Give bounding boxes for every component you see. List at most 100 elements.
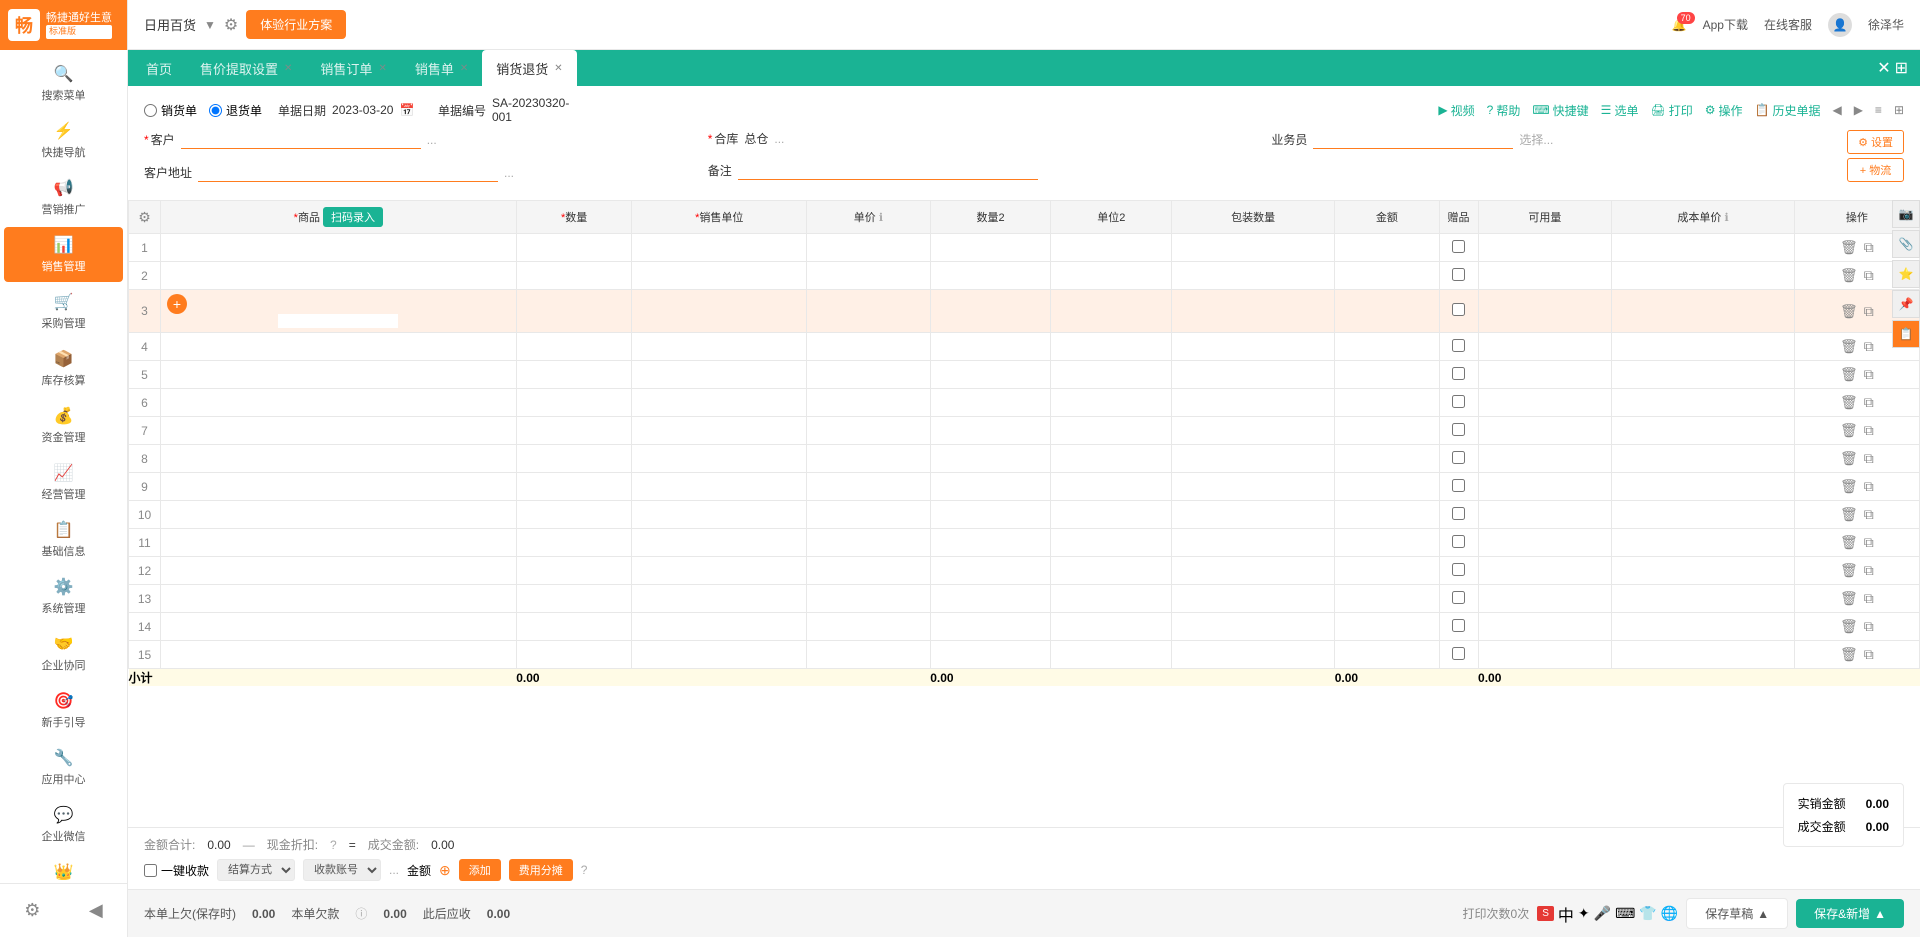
add-row-btn[interactable]: + (167, 294, 187, 314)
available-cell[interactable] (1478, 557, 1612, 585)
unit-price-cell[interactable] (807, 529, 931, 557)
quantity-cell[interactable] (516, 361, 632, 389)
fee-split-btn[interactable]: 费用分摊 (509, 859, 573, 881)
product-cell[interactable] (161, 501, 517, 529)
delete-row-icon[interactable]: 🗑 (1840, 338, 1858, 355)
quantity-cell[interactable] (516, 473, 632, 501)
quantity2-cell[interactable] (930, 529, 1051, 557)
view-list-icon[interactable]: ≡ (1875, 103, 1882, 117)
amount-cell[interactable] (1335, 361, 1439, 389)
float-btn-2[interactable]: 📎 (1892, 230, 1920, 258)
nav-prev-icon[interactable]: ◀ (1832, 103, 1841, 117)
product-input[interactable] (278, 314, 398, 328)
quantity-cell[interactable] (516, 262, 632, 290)
sales-unit-cell[interactable] (632, 501, 807, 529)
package-qty-cell[interactable] (1172, 641, 1335, 669)
unit2-cell[interactable] (1051, 389, 1172, 417)
unit2-cell[interactable] (1051, 417, 1172, 445)
amount-cell[interactable] (1335, 501, 1439, 529)
tab-sales-delivery[interactable]: 销售单 ✕ (401, 50, 482, 86)
package-qty-cell[interactable] (1172, 417, 1335, 445)
quantity2-cell[interactable] (930, 445, 1051, 473)
delete-row-icon[interactable]: 🗑 (1840, 506, 1858, 523)
package-qty-cell[interactable] (1172, 262, 1335, 290)
unit-price-cell[interactable] (807, 445, 931, 473)
select-action[interactable]: ☰ 选单 (1601, 102, 1639, 119)
available-cell[interactable] (1478, 473, 1612, 501)
package-qty-cell[interactable] (1172, 473, 1335, 501)
quantity2-cell[interactable] (930, 641, 1051, 669)
product-cell[interactable] (161, 529, 517, 557)
sidebar-item-search-menu[interactable]: 🔍 搜索菜单 (4, 56, 123, 111)
package-qty-cell[interactable] (1172, 529, 1335, 557)
package-qty-cell[interactable] (1172, 585, 1335, 613)
gift-checkbox[interactable] (1452, 339, 1465, 352)
quantity-cell[interactable] (516, 389, 632, 417)
video-action[interactable]: ▶ 视频 (1438, 102, 1474, 119)
delete-row-icon[interactable]: 🗑 (1840, 303, 1858, 320)
gift-cell[interactable] (1439, 501, 1478, 529)
gift-cell[interactable] (1439, 585, 1478, 613)
quantity2-cell[interactable] (930, 585, 1051, 613)
staff-input[interactable] (1313, 130, 1513, 149)
unit2-cell[interactable] (1051, 641, 1172, 669)
sidebar-item-enterprise[interactable]: 🤝 企业协同 (4, 626, 123, 681)
unit-price-cell[interactable] (807, 585, 931, 613)
package-qty-cell[interactable] (1172, 501, 1335, 529)
gift-cell[interactable] (1439, 262, 1478, 290)
customer-input[interactable] (181, 130, 421, 149)
sidebar-item-operations[interactable]: 📈 经营管理 (4, 455, 123, 510)
quantity2-cell[interactable] (930, 473, 1051, 501)
unit-price-cell[interactable] (807, 234, 931, 262)
product-cell[interactable] (161, 361, 517, 389)
cost-unit-cell[interactable] (1612, 501, 1795, 529)
warehouse-dots[interactable]: ... (774, 132, 784, 146)
gift-cell[interactable] (1439, 290, 1478, 333)
cost-unit-cell[interactable] (1612, 641, 1795, 669)
unit2-cell[interactable] (1051, 473, 1172, 501)
gift-cell[interactable] (1439, 333, 1478, 361)
package-qty-cell[interactable] (1172, 613, 1335, 641)
gift-cell[interactable] (1439, 361, 1478, 389)
cost-unit-cell[interactable] (1612, 613, 1795, 641)
copy-row-icon[interactable]: ⧉ (1864, 394, 1874, 411)
unit2-cell[interactable] (1051, 585, 1172, 613)
quantity-cell[interactable] (516, 290, 632, 333)
amount-cell[interactable] (1335, 262, 1439, 290)
quantity-cell[interactable] (516, 501, 632, 529)
cost-unit-cell[interactable] (1612, 333, 1795, 361)
sales-unit-cell[interactable] (632, 641, 807, 669)
sales-unit-cell[interactable] (632, 585, 807, 613)
gift-checkbox[interactable] (1452, 535, 1465, 548)
copy-row-icon[interactable]: ⧉ (1864, 303, 1874, 320)
copy-row-icon[interactable]: ⧉ (1864, 239, 1874, 256)
sidebar-item-marketing[interactable]: 📢 营销推广 (4, 170, 123, 225)
gift-checkbox[interactable] (1452, 479, 1465, 492)
package-qty-cell[interactable] (1172, 361, 1335, 389)
copy-row-icon[interactable]: ⧉ (1864, 562, 1874, 579)
amount-cell[interactable] (1335, 445, 1439, 473)
gift-checkbox[interactable] (1452, 367, 1465, 380)
settlement-method-select[interactable]: 结算方式 (217, 859, 295, 881)
product-cell[interactable] (161, 613, 517, 641)
quantity-cell[interactable] (516, 557, 632, 585)
available-cell[interactable] (1478, 290, 1612, 333)
account-dots[interactable]: ... (389, 863, 399, 877)
sidebar-item-basic-info[interactable]: 📋 基础信息 (4, 512, 123, 567)
sidebar-item-enterprise-wechat[interactable]: 💬 企业微信 (4, 797, 123, 852)
product-cell[interactable] (161, 389, 517, 417)
unit-price-cell[interactable] (807, 389, 931, 417)
dropdown-arrow-icon[interactable]: ▼ (204, 18, 216, 32)
sidebar-item-app-center[interactable]: 🔧 应用中心 (4, 740, 123, 795)
tab-close-sales-return[interactable]: ✕ (554, 63, 562, 74)
sales-unit-cell[interactable] (632, 473, 807, 501)
quantity2-cell[interactable] (930, 613, 1051, 641)
copy-row-icon[interactable]: ⧉ (1864, 450, 1874, 467)
product-cell[interactable] (161, 234, 517, 262)
available-cell[interactable] (1478, 585, 1612, 613)
tab-home[interactable]: 首页 (132, 50, 186, 86)
delete-row-icon[interactable]: 🗑 (1840, 646, 1858, 663)
float-btn-5[interactable]: 📋 (1892, 320, 1920, 348)
unit-price-cell[interactable] (807, 290, 931, 333)
customer-dots[interactable]: ... (427, 133, 437, 147)
